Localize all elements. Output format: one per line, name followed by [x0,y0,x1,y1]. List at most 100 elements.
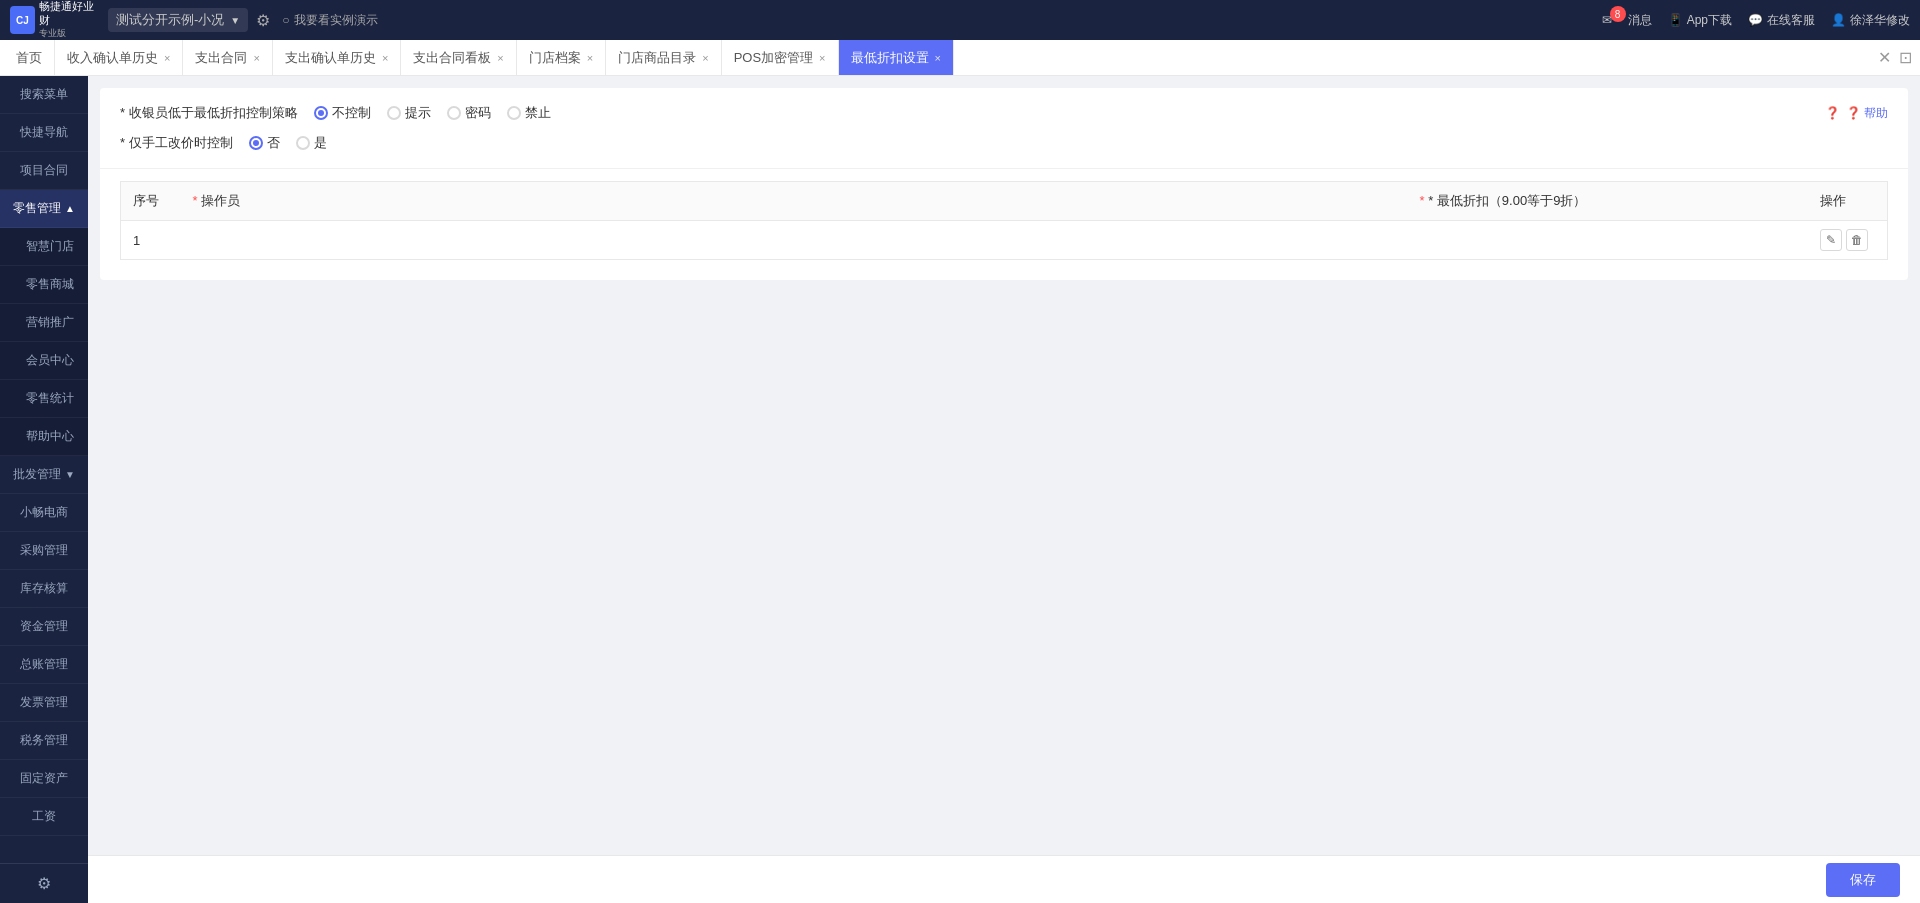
sidebar-item-project[interactable]: 项目合同 [0,152,88,190]
sidebar-item-finance[interactable]: 资金管理 [0,608,88,646]
table-row: 1 ✎ 🗑 [121,221,1888,260]
operator-required-star: * [193,193,198,208]
tab-expand-icon[interactable]: ⊡ [1899,48,1912,67]
radio-no-label: 否 [267,134,280,152]
radio-yes-label: 是 [314,134,327,152]
tab-pos-encrypt[interactable]: POS加密管理 × [722,40,839,76]
sidebar-inventory-label: 库存核算 [4,580,84,597]
app-name-block: 畅捷通好业财 专业版 [39,0,98,39]
tab-min-discount-close[interactable]: × [935,52,941,64]
sidebar-item-fixed-asset[interactable]: 固定资产 [0,760,88,798]
tab-home-label: 首页 [16,49,42,67]
tab-pay-contract-close[interactable]: × [253,52,259,64]
tab-bar-controls: ✕ ⊡ [1878,48,1920,67]
tab-store-products[interactable]: 门店商品目录 × [606,40,721,76]
sidebar-item-marketing[interactable]: 营销推广 [0,304,88,342]
radio-no-control[interactable]: 不控制 [314,104,371,122]
chevron-down-icon2: ▼ [65,469,75,480]
table-section: 序号 * 操作员 * * 最低折扣（9.00等于9折） [100,169,1908,280]
project-selector[interactable]: 测试分开示例-小况 ▼ [108,8,248,32]
tab-income-confirm[interactable]: 收入确认单历史 × [55,40,183,76]
top-header: CJ 畅捷通好业财 专业版 测试分开示例-小况 ▼ ⚙ ○ 我要看实例演示 ✉ … [0,0,1920,40]
cell-seq: 1 [121,221,181,260]
app-download-button[interactable]: 📱 App下载 [1668,12,1732,29]
tab-min-discount-label: 最低折扣设置 [851,49,929,67]
message-label: 消息 [1628,12,1652,29]
help-icon: ❓ [1825,106,1840,120]
tab-income-confirm-close[interactable]: × [164,52,170,64]
tab-pay-confirm[interactable]: 支出确认单历史 × [273,40,401,76]
tab-pay-confirm-label: 支出确认单历史 [285,49,376,67]
app-edition: 专业版 [39,27,98,40]
sidebar-search-label: 搜索菜单 [4,86,84,103]
sidebar-purchase-label: 采购管理 [4,542,84,559]
radio-forbid[interactable]: 禁止 [507,104,551,122]
sidebar-item-inventory[interactable]: 库存核算 [0,570,88,608]
sidebar-item-ecommerce[interactable]: 小畅电商 [0,494,88,532]
tab-store-file-close[interactable]: × [587,52,593,64]
sidebar-item-invoice[interactable]: 发票管理 [0,684,88,722]
col-header-operator: * 操作员 [181,182,1408,221]
radio-no[interactable]: 否 [249,134,280,152]
sidebar-ecommerce-label: 小畅电商 [4,504,84,521]
content-card: * 收银员低于最低折扣控制策略 不控制 提示 [100,88,1908,280]
app-logo-icon: CJ [10,6,35,34]
radio-remind[interactable]: 提示 [387,104,431,122]
sidebar-invoice-label: 发票管理 [4,694,84,711]
sidebar-item-ledger[interactable]: 总账管理 [0,646,88,684]
tab-pay-confirm-close[interactable]: × [382,52,388,64]
sidebar-item-smart-store[interactable]: 智慧门店 [0,228,88,266]
sidebar-item-purchase[interactable]: 采购管理 [0,532,88,570]
sidebar-item-wholesale[interactable]: 批发管理 ▼ [0,456,88,494]
main-layout: 搜索菜单 快捷导航 项目合同 零售管理 ▲ 智慧门店 零售商城 营销推广 会员中… [0,76,1920,903]
sidebar-item-shortcut[interactable]: 快捷导航 [0,114,88,152]
demo-button[interactable]: ○ 我要看实例演示 [282,12,377,29]
col-action-label: 操作 [1820,193,1846,208]
online-service-button[interactable]: 💬 在线客服 [1748,12,1815,29]
tab-close-all-icon[interactable]: ✕ [1878,48,1891,67]
header-right: ✉ 8 消息 📱 App下载 💬 在线客服 👤 徐泽华修改 [1602,12,1910,29]
sidebar-retail-label: 零售管理 [13,200,61,217]
sidebar-item-online-retail[interactable]: 零售商城 [0,266,88,304]
user-name: 徐泽华修改 [1850,12,1910,29]
discount-control-label: * 收银员低于最低折扣控制策略 [120,104,298,122]
sidebar-wholesale-label: 批发管理 [13,466,61,483]
sidebar-ledger-label: 总账管理 [4,656,84,673]
tab-pay-contract[interactable]: 支出合同 × [183,40,272,76]
tab-store-products-close[interactable]: × [702,52,708,64]
content-area: * 收银员低于最低折扣控制策略 不控制 提示 [88,76,1920,855]
sidebar-payroll-label: 工资 [4,808,84,825]
save-button[interactable]: 保存 [1826,863,1900,897]
tab-pay-board[interactable]: 支出合同看板 × [401,40,516,76]
circle-icon: ○ [282,13,289,27]
sidebar-item-tax[interactable]: 税务管理 [0,722,88,760]
sidebar-item-retail-stat[interactable]: 零售统计 [0,380,88,418]
radio-password[interactable]: 密码 [447,104,491,122]
sidebar-item-search[interactable]: 搜索菜单 [0,76,88,114]
delete-row-button[interactable]: 🗑 [1846,229,1868,251]
row-seq-value: 1 [133,233,140,248]
user-menu[interactable]: 👤 徐泽华修改 [1831,12,1910,29]
tab-pay-board-close[interactable]: × [497,52,503,64]
sidebar-item-retail[interactable]: 零售管理 ▲ [0,190,88,228]
radio-yes[interactable]: 是 [296,134,327,152]
edit-row-button[interactable]: ✎ [1820,229,1842,251]
app-name: 畅捷通好业财 [39,0,98,26]
sidebar-item-help[interactable]: 帮助中心 [0,418,88,456]
radio-yes-circle [296,136,310,150]
sidebar-item-member[interactable]: 会员中心 [0,342,88,380]
tab-pos-encrypt-close[interactable]: × [819,52,825,64]
settings-icon[interactable]: ⚙ [256,11,270,30]
sidebar-item-payroll[interactable]: 工资 [0,798,88,836]
radio-no-control-circle [314,106,328,120]
sidebar-shortcut-label: 快捷导航 [4,124,84,141]
sidebar-settings-button[interactable]: ⚙ [0,863,88,903]
tab-min-discount[interactable]: 最低折扣设置 × [839,40,954,76]
message-button[interactable]: ✉ 8 消息 [1602,12,1652,29]
radio-no-circle [249,136,263,150]
manual-control-radio-group: 否 是 [249,134,327,152]
tab-home[interactable]: 首页 [4,40,55,76]
tab-store-file[interactable]: 门店档案 × [517,40,606,76]
tab-store-products-label: 门店商品目录 [618,49,696,67]
help-link[interactable]: ❓ ❓ 帮助 [1825,105,1888,122]
